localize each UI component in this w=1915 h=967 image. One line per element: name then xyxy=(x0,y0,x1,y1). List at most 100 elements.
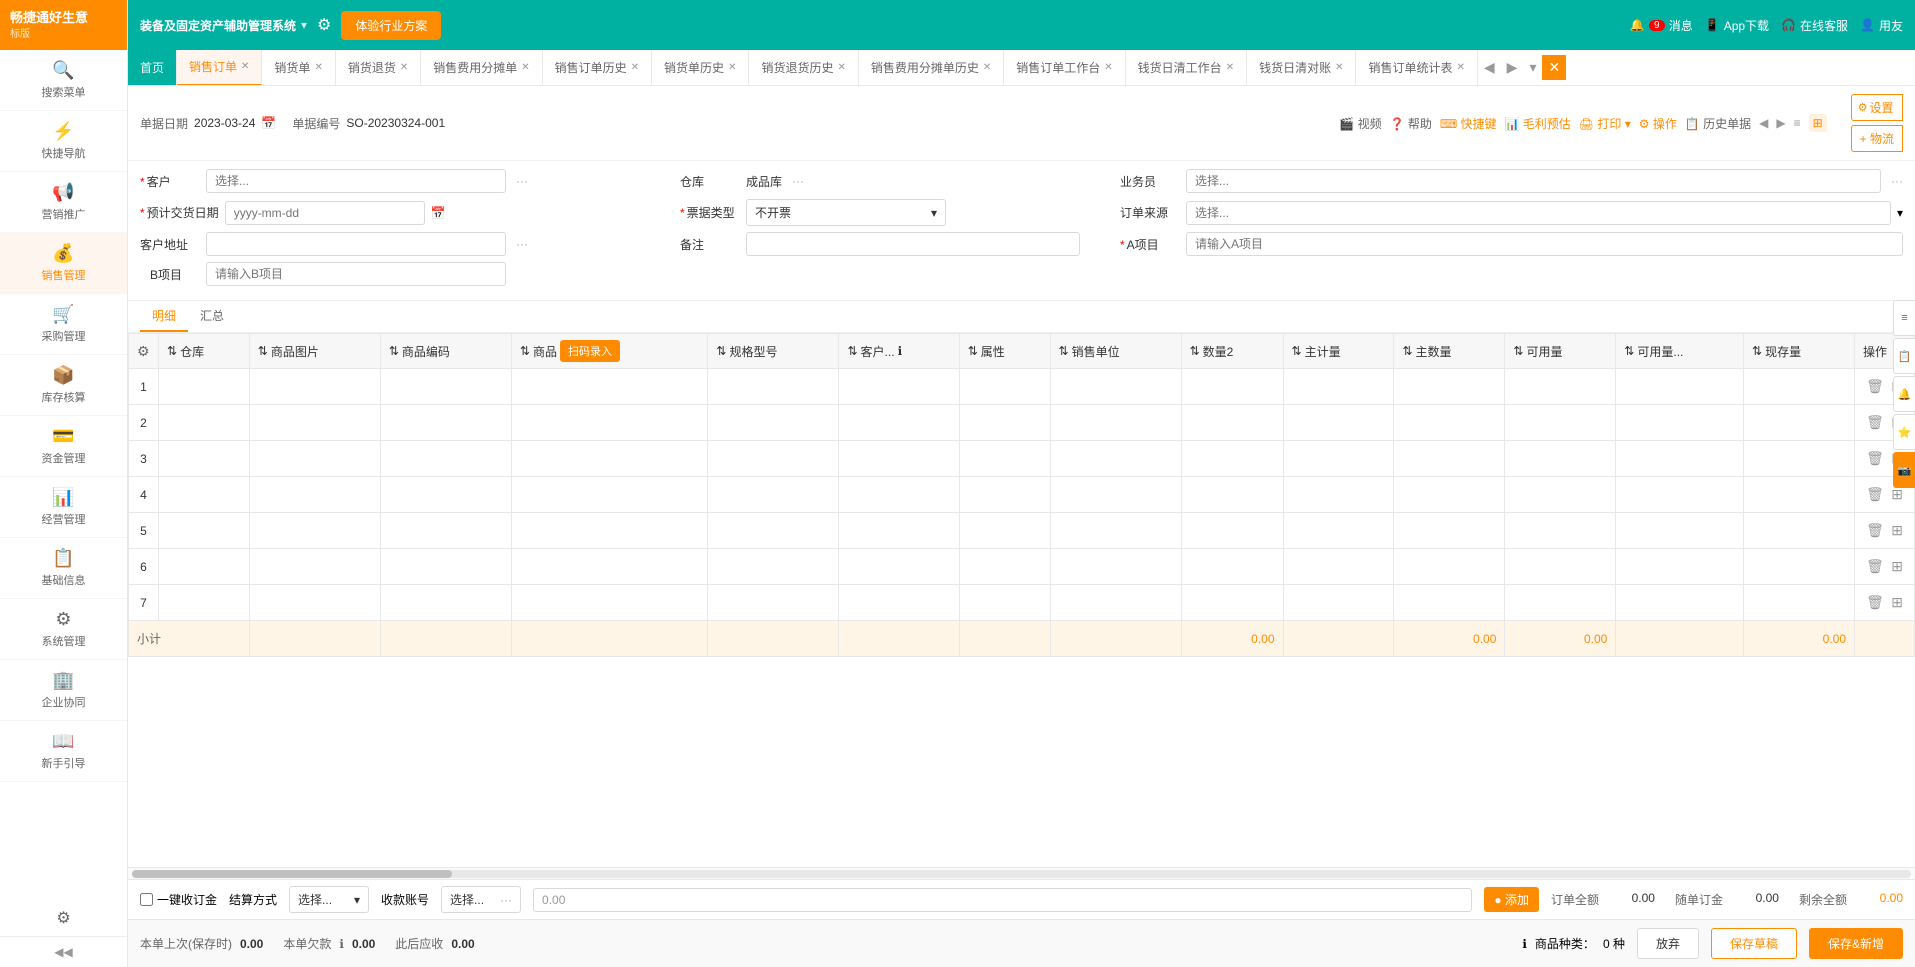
cell-available-detail-5[interactable] xyxy=(1616,513,1744,549)
right-panel-btn-2[interactable]: 📋 xyxy=(1893,338,1915,374)
cell-available-2[interactable] xyxy=(1505,405,1616,441)
cell-available-7[interactable] xyxy=(1505,585,1616,621)
online-support-area[interactable]: 🎧 在线客服 xyxy=(1781,17,1848,34)
cell-product-5[interactable] xyxy=(511,513,708,549)
tab-close-icon[interactable]: ✕ xyxy=(314,62,322,73)
cell-product-1[interactable] xyxy=(511,369,708,405)
copy-row-7-btn[interactable]: ⊞ xyxy=(1889,592,1905,613)
cell-main-quantity-4[interactable] xyxy=(1394,477,1505,513)
cell-main-unit-5[interactable] xyxy=(1283,513,1394,549)
cell-main-quantity-5[interactable] xyxy=(1394,513,1505,549)
industry-solution-button[interactable]: 体验行业方案 xyxy=(341,11,441,40)
sidebar-item-sales[interactable]: 💰 销售管理 xyxy=(0,233,127,294)
customer-address-input[interactable] xyxy=(206,232,506,256)
tab-close-icon[interactable]: ✕ xyxy=(983,62,991,73)
topbar-settings-icon[interactable]: ⚙ xyxy=(317,15,331,35)
cell-product-image-1[interactable] xyxy=(249,369,380,405)
tab-cash-daily-workbench[interactable]: 钱货日清工作台 ✕ xyxy=(1126,50,1247,86)
add-deposit-button[interactable]: ● 添加 xyxy=(1484,887,1539,912)
cell-customer-code-4[interactable] xyxy=(839,477,959,513)
tab-close-all-btn[interactable]: ✕ xyxy=(1542,55,1566,80)
delete-row-7-btn[interactable]: 🗑 xyxy=(1864,592,1886,613)
tab-sales-return-goods[interactable]: 销货退货 ✕ xyxy=(336,50,421,86)
cell-product-image-7[interactable] xyxy=(249,585,380,621)
receipt-more-icon[interactable]: ··· xyxy=(500,893,512,907)
gear-icon[interactable]: ⚙ xyxy=(137,343,150,359)
col-main-quantity[interactable]: ⇅主数量 xyxy=(1394,334,1505,369)
cell-spec-3[interactable] xyxy=(708,441,839,477)
sidebar-item-finance[interactable]: 💳 资金管理 xyxy=(0,416,127,477)
table-wrapper[interactable]: ⚙ ⇅仓库 ⇅商品图片 ⇅商品编码 ⇅商品扫码录入 ⇅规格型号 ⇅客户...ℹ … xyxy=(128,333,1915,867)
cell-customer-code-3[interactable] xyxy=(839,441,959,477)
cell-customer-code-5[interactable] xyxy=(839,513,959,549)
sidebar-item-guide[interactable]: 📖 新手引导 xyxy=(0,721,127,782)
col-warehouse[interactable]: ⇅仓库 xyxy=(159,334,250,369)
cell-available-5[interactable] xyxy=(1505,513,1616,549)
cell-warehouse-3[interactable] xyxy=(159,441,250,477)
col-available-detail[interactable]: ⇅可用量... xyxy=(1616,334,1744,369)
cell-sales-unit-1[interactable] xyxy=(1050,369,1181,405)
save-draft-button[interactable]: 保存草稿 xyxy=(1711,928,1797,959)
discard-button[interactable]: 放弃 xyxy=(1637,928,1699,959)
cell-product-6[interactable] xyxy=(511,549,708,585)
cell-attribute-5[interactable] xyxy=(959,513,1050,549)
cell-quantity2-2[interactable] xyxy=(1181,405,1283,441)
tab-detail[interactable]: 明细 xyxy=(140,301,188,332)
cell-attribute-7[interactable] xyxy=(959,585,1050,621)
copy-row-6-btn[interactable]: ⊞ xyxy=(1889,556,1905,577)
copy-row-5-btn[interactable]: ⊞ xyxy=(1889,520,1905,541)
shortcut-action[interactable]: ⌨ 快捷键 xyxy=(1440,115,1497,132)
cell-product-code-6[interactable] xyxy=(380,549,511,585)
cell-product-image-3[interactable] xyxy=(249,441,380,477)
cell-stock-7[interactable] xyxy=(1744,585,1855,621)
print-action[interactable]: 🖨 打印 ▾ xyxy=(1579,115,1631,132)
sidebar-item-system[interactable]: ⚙ 系统管理 xyxy=(0,599,127,660)
col-available[interactable]: ⇅可用量 xyxy=(1505,334,1616,369)
tab-close-icon[interactable]: ✕ xyxy=(1335,62,1343,73)
profit-forecast-action[interactable]: 📊 毛利预估 xyxy=(1505,115,1571,132)
cell-main-unit-7[interactable] xyxy=(1283,585,1394,621)
receipt-account-select[interactable]: 选择... ··· xyxy=(441,886,521,913)
delete-row-6-btn[interactable]: 🗑 xyxy=(1864,556,1886,577)
cell-available-6[interactable] xyxy=(1505,549,1616,585)
sidebar-item-purchase[interactable]: 🛒 采购管理 xyxy=(0,294,127,355)
cell-product-code-7[interactable] xyxy=(380,585,511,621)
cell-product-code-4[interactable] xyxy=(380,477,511,513)
tab-sales-expense-split-history[interactable]: 销售费用分摊单历史 ✕ xyxy=(859,50,1004,86)
cell-quantity2-6[interactable] xyxy=(1181,549,1283,585)
cell-spec-5[interactable] xyxy=(708,513,839,549)
tab-cash-daily-reconcile[interactable]: 钱货日清对账 ✕ xyxy=(1247,50,1356,86)
cell-product-7[interactable] xyxy=(511,585,708,621)
invoice-type-select[interactable]: 不开票 ▾ xyxy=(746,199,946,226)
setup-button[interactable]: ⚙ 设置 xyxy=(1851,94,1903,121)
sidebar-item-operations[interactable]: 📊 经营管理 xyxy=(0,477,127,538)
history-action[interactable]: 📋 历史单据 xyxy=(1685,115,1751,132)
cell-stock-5[interactable] xyxy=(1744,513,1855,549)
cell-product-2[interactable] xyxy=(511,405,708,441)
col-quantity2[interactable]: ⇅数量2 xyxy=(1181,334,1283,369)
tab-next-btn[interactable]: ▶ xyxy=(1501,59,1524,76)
add-material-button[interactable]: + 物流 xyxy=(1851,125,1903,152)
save-new-button[interactable]: 保存&新增 xyxy=(1809,928,1903,959)
tab-close-icon[interactable]: ✕ xyxy=(728,62,736,73)
tab-sales-return-goods-history[interactable]: 销货退货历史 ✕ xyxy=(749,50,858,86)
cell-available-detail-6[interactable] xyxy=(1616,549,1744,585)
cell-sales-unit-5[interactable] xyxy=(1050,513,1181,549)
cell-spec-7[interactable] xyxy=(708,585,839,621)
sidebar-item-enterprise[interactable]: 🏢 企业协同 xyxy=(0,660,127,721)
cell-quantity2-4[interactable] xyxy=(1181,477,1283,513)
col-gear[interactable]: ⚙ xyxy=(129,334,159,369)
b-project-input[interactable] xyxy=(206,262,506,286)
sidebar-item-inventory[interactable]: 📦 库存核算 xyxy=(0,355,127,416)
col-stock[interactable]: ⇅现存量 xyxy=(1744,334,1855,369)
tab-sales-order[interactable]: 销售订单 ✕ xyxy=(177,50,262,86)
cell-spec-1[interactable] xyxy=(708,369,839,405)
note-input[interactable] xyxy=(746,232,1080,256)
user-area[interactable]: 👤 用友 xyxy=(1860,17,1903,34)
cell-product-image-6[interactable] xyxy=(249,549,380,585)
delete-row-3-btn[interactable]: 🗑 xyxy=(1864,448,1886,469)
app-download-area[interactable]: 📱 App下载 xyxy=(1705,17,1769,34)
cell-main-quantity-6[interactable] xyxy=(1394,549,1505,585)
tab-sales-return[interactable]: 销货单 ✕ xyxy=(262,50,335,86)
cell-available-4[interactable] xyxy=(1505,477,1616,513)
